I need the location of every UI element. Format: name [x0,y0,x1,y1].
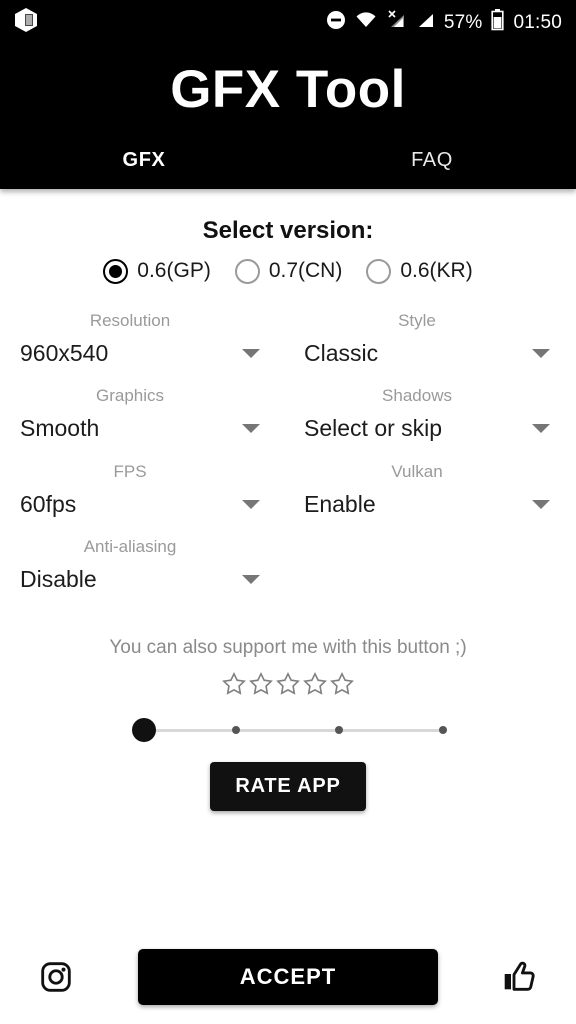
field-vulkan: Vulkan Enable [304,459,560,525]
status-bar: 57% 01:50 [0,0,576,44]
do-not-disturb-icon [326,10,346,35]
wifi-icon [355,11,377,34]
dropdown-value-graphics: Smooth [20,415,100,442]
tab-gfx[interactable]: GFX [0,133,288,189]
battery-percent-label: 57% [443,11,483,33]
version-radio-group: 0.6(GP) 0.7(CN) 0.6(KR) [0,258,576,284]
dropdown-anti-aliasing[interactable]: Disable [20,560,270,600]
dropdown-value-resolution: 960x540 [20,339,109,366]
gfx-tool-app: 57% 01:50 GFX Tool GFX FAQ Select versio… [0,0,576,1024]
dropdown-value-style: Classic [304,339,379,366]
field-fps: FPS 60fps [20,459,270,525]
app-hexagon-icon [14,7,38,38]
select-version-title: Select version: [202,216,374,244]
slider-tick[interactable] [439,725,447,734]
slider-tick[interactable] [335,725,344,734]
slider-tick[interactable] [232,725,241,734]
radio-icon-cn[interactable] [234,258,260,284]
chevron-down-icon [242,575,260,585]
support-section: You can also support me with this button… [0,637,576,811]
page-title: GFX Tool [170,60,406,119]
field-label-graphics: Graphics [95,386,165,406]
radio-icon-gp[interactable] [103,258,129,284]
status-bar-left [14,7,38,38]
field-resolution: Resolution 960x540 [20,308,270,374]
dropdown-value-shadows: Select or skip [304,415,443,442]
no-sim-signal-icon [386,9,406,35]
field-graphics: Graphics Smooth [20,383,270,449]
app-header: GFX Tool GFX FAQ [0,44,576,189]
radio-option-gp[interactable]: 0.6(GP) [91,258,223,284]
star-icon[interactable] [275,671,301,702]
dropdown-fps[interactable]: 60fps [20,484,270,524]
settings-grid: Resolution 960x540 Graphics Smooth FPS 6… [0,302,576,610]
tab-bar: GFX FAQ [0,133,576,189]
field-label-vulkan: Vulkan [391,461,443,481]
dropdown-vulkan[interactable]: Enable [304,484,560,524]
support-text: You can also support me with this button… [109,636,467,658]
field-label-anti-aliasing: Anti-aliasing [83,537,177,557]
rate-app-button[interactable]: RATE APP [210,761,366,811]
signal-bars-icon [415,10,435,35]
chevron-down-icon [532,424,550,434]
chevron-down-icon [242,424,260,434]
radio-option-cn[interactable]: 0.7(CN) [223,258,355,284]
star-icon[interactable] [329,671,355,702]
radio-icon-kr[interactable] [366,258,392,284]
slider-track[interactable] [133,728,443,732]
field-shadows: Shadows Select or skip [304,383,560,449]
status-bar-right: 57% 01:50 [326,8,562,36]
dropdown-graphics[interactable]: Smooth [20,409,270,449]
donation-slider[interactable] [132,712,447,748]
field-label-resolution: Resolution [89,310,171,330]
battery-icon [491,8,505,36]
chevron-down-icon [532,348,550,358]
field-label-style: Style [398,310,436,330]
instagram-icon[interactable] [34,955,78,999]
star-icon[interactable] [302,671,328,702]
dropdown-value-vulkan: Enable [304,490,376,517]
star-rating[interactable] [0,671,576,702]
accept-button[interactable]: ACCEPT [138,948,438,1005]
thumbs-up-icon[interactable] [498,955,542,999]
settings-column-right: Style Classic Shadows Select or skip Vul… [288,308,576,610]
chevron-down-icon [532,499,550,509]
settings-column-left: Resolution 960x540 Graphics Smooth FPS 6… [0,308,288,610]
tab-faq[interactable]: FAQ [288,133,576,189]
clock-label: 01:50 [513,11,562,33]
radio-label-cn: 0.7(CN) [268,259,343,283]
dropdown-value-fps: 60fps [20,490,77,517]
star-icon[interactable] [221,671,247,702]
radio-label-gp: 0.6(GP) [137,259,211,283]
field-label-shadows: Shadows [382,386,452,406]
radio-label-kr: 0.6(KR) [400,259,473,283]
radio-option-kr[interactable]: 0.6(KR) [354,258,484,284]
bottom-action-bar: ACCEPT [0,929,576,1024]
field-anti-aliasing: Anti-aliasing Disable [20,534,270,600]
slider-thumb[interactable] [132,717,156,742]
chevron-down-icon [242,348,260,358]
main-content: Select version: 0.6(GP) 0.7(CN) 0.6(KR) … [0,188,576,1024]
dropdown-shadows[interactable]: Select or skip [304,409,560,449]
field-label-fps: FPS [113,461,147,481]
chevron-down-icon [242,499,260,509]
star-icon[interactable] [248,671,274,702]
dropdown-resolution[interactable]: 960x540 [20,333,270,373]
dropdown-value-anti-aliasing: Disable [20,566,97,593]
field-style: Style Classic [304,308,560,374]
dropdown-style[interactable]: Classic [304,333,560,373]
